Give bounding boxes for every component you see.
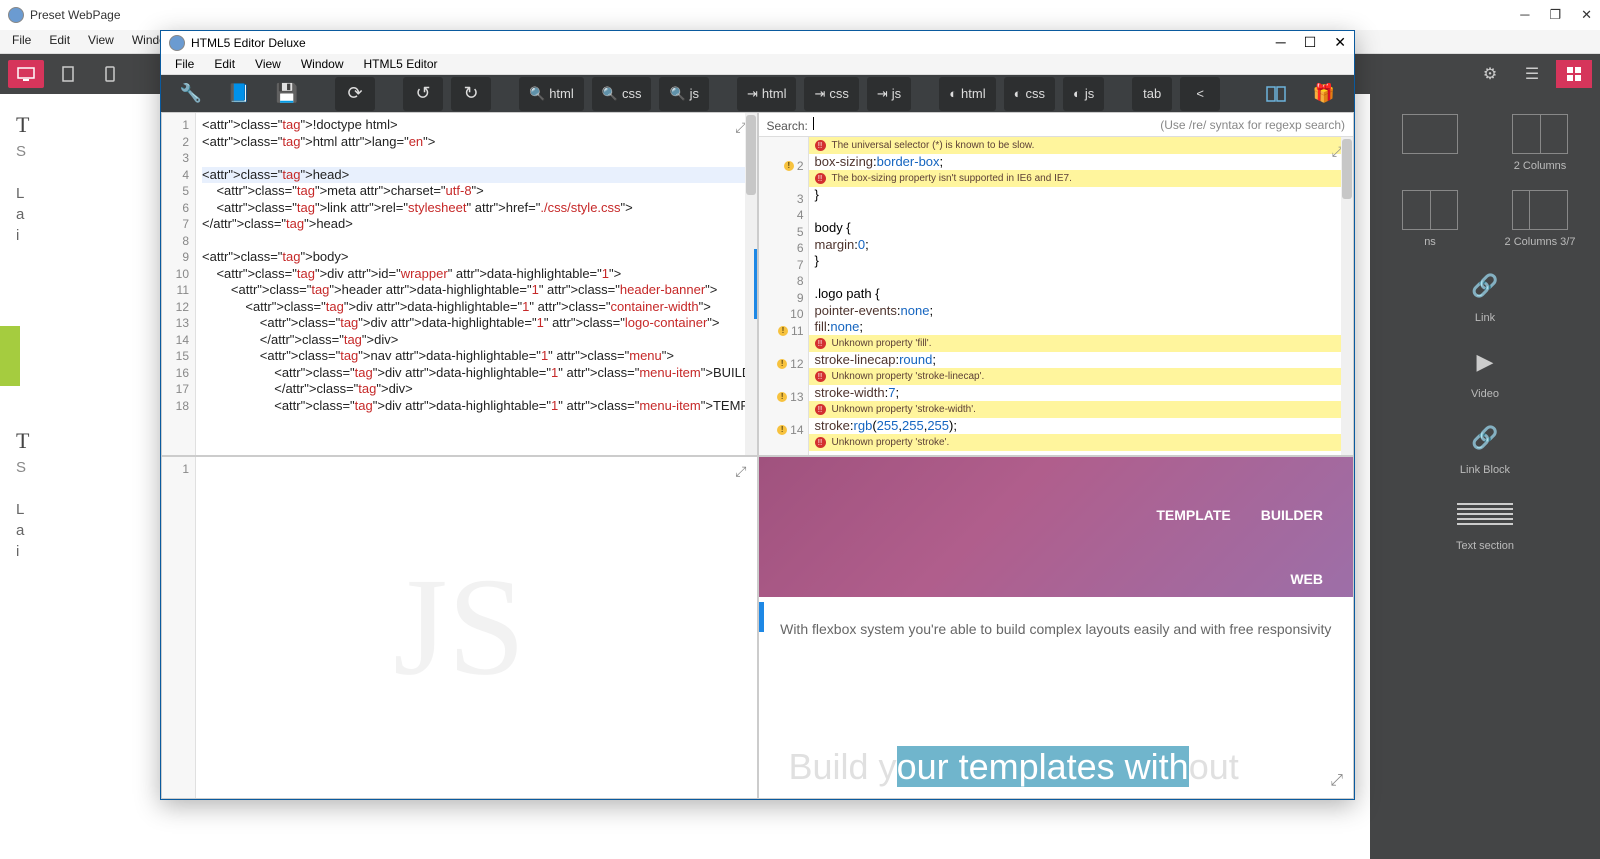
- preview-desc: With flexbox system you're able to build…: [759, 597, 1354, 661]
- nav-web[interactable]: WEB: [1043, 571, 1323, 587]
- device-mobile-button[interactable]: [92, 60, 128, 88]
- device-tablet-button[interactable]: [50, 60, 86, 88]
- search-hint: (Use /re/ syntax for regexp search): [1160, 118, 1345, 132]
- green-accent: [0, 326, 20, 386]
- parent-menu-edit[interactable]: Edit: [41, 30, 78, 53]
- editor-minimize-icon[interactable]: ─: [1276, 34, 1286, 51]
- gift-icon[interactable]: 🎁: [1304, 77, 1344, 111]
- css-editor-pane[interactable]: Search: (Use /re/ syntax for regexp sear…: [758, 112, 1355, 456]
- editor-menubar: File Edit View Window HTML5 Editor: [161, 54, 1354, 75]
- search-js-button[interactable]: 🔍js: [659, 77, 709, 111]
- expand-icon[interactable]: ⤢: [735, 463, 746, 480]
- redo-icon[interactable]: ↻: [451, 77, 491, 111]
- import-html-button[interactable]: ◐html: [939, 77, 995, 111]
- blocks-panel: 2 Columns ns 2 Columns 3/7 🔗Link ▶Video …: [1370, 94, 1600, 859]
- wrench-icon[interactable]: 🔧: [171, 77, 211, 111]
- editor-menu-window[interactable]: Window: [293, 54, 352, 74]
- undo-icon[interactable]: ↺: [403, 77, 443, 111]
- editor-menu-html5[interactable]: HTML5 Editor: [356, 54, 446, 74]
- refresh-icon[interactable]: ⟳: [335, 77, 375, 111]
- editor-menu-edit[interactable]: Edit: [206, 54, 243, 74]
- import-js-button[interactable]: ◐js: [1063, 77, 1104, 111]
- tab-button[interactable]: tab: [1132, 77, 1172, 111]
- preview-hero: TEMPLATE BUILDER WEB: [759, 457, 1354, 597]
- grid-icon[interactable]: [1556, 60, 1592, 88]
- scrollbar[interactable]: [1341, 137, 1353, 455]
- maximize-icon[interactable]: ❐: [1549, 7, 1561, 23]
- link-icon: 🔗: [1457, 266, 1513, 306]
- export-css-button[interactable]: ⇥css: [804, 77, 858, 111]
- parent-menu-file[interactable]: File: [4, 30, 39, 53]
- editor-toolbar: 🔧 📘 💾 ⟳ ↺ ↻ 🔍html 🔍css 🔍js ⇥html ⇥css ⇥j…: [161, 75, 1354, 112]
- export-js-button[interactable]: ⇥js: [867, 77, 911, 111]
- block-video[interactable]: ▶Video: [1380, 342, 1590, 400]
- blue-accent: [759, 602, 764, 632]
- app-icon: [8, 7, 24, 23]
- search-css-button[interactable]: 🔍css: [592, 77, 652, 111]
- gear-icon[interactable]: ⚙: [1472, 60, 1508, 88]
- video-icon: ▶: [1457, 342, 1513, 382]
- block-link[interactable]: 🔗Link: [1380, 266, 1590, 324]
- parent-title-text: Preset WebPage: [30, 8, 121, 22]
- book-icon[interactable]: 📘: [219, 77, 259, 111]
- expand-icon[interactable]: ⤢: [1330, 772, 1343, 790]
- block-1col[interactable]: [1380, 114, 1480, 172]
- device-desktop-button[interactable]: [8, 60, 44, 88]
- export-html-button[interactable]: ⇥html: [737, 77, 796, 111]
- parent-titlebar: Preset WebPage ─ ❐ ✕: [0, 0, 1600, 30]
- editor-menu-file[interactable]: File: [167, 54, 202, 74]
- preview-pane[interactable]: TEMPLATE BUILDER WEB With flexbox system…: [758, 456, 1355, 800]
- block-2col[interactable]: 2 Columns: [1490, 114, 1590, 172]
- editor-close-icon[interactable]: ✕: [1334, 34, 1346, 51]
- save-icon[interactable]: 💾: [267, 77, 307, 111]
- hamburger-icon[interactable]: ☰: [1514, 60, 1550, 88]
- minimize-icon[interactable]: ─: [1520, 7, 1529, 23]
- nav-template[interactable]: TEMPLATE: [1156, 507, 1230, 523]
- nav-builder[interactable]: BUILDER: [1261, 507, 1323, 523]
- close-icon[interactable]: ✕: [1581, 7, 1592, 23]
- editor-app-icon: [169, 35, 185, 51]
- js-editor-pane[interactable]: 1 JS ⤢: [161, 456, 758, 800]
- import-css-button[interactable]: ◐css: [1004, 77, 1055, 111]
- editor-titlebar[interactable]: HTML5 Editor Deluxe ─ ☐ ✕: [161, 31, 1354, 54]
- block-cut[interactable]: ns: [1380, 190, 1480, 248]
- editor-menu-view[interactable]: View: [247, 54, 289, 74]
- editor-title-text: HTML5 Editor Deluxe: [191, 36, 306, 50]
- search-label: Search:: [767, 119, 808, 133]
- block-2col37[interactable]: 2 Columns 3/7: [1490, 190, 1590, 248]
- columns-icon[interactable]: [1256, 77, 1296, 111]
- block-textsection[interactable]: Text section: [1380, 494, 1590, 552]
- search-html-button[interactable]: 🔍html: [519, 77, 584, 111]
- editor-maximize-icon[interactable]: ☐: [1304, 34, 1317, 51]
- editor-window: HTML5 Editor Deluxe ─ ☐ ✕ File Edit View…: [160, 30, 1355, 800]
- linkblock-icon: 🔗: [1457, 418, 1513, 458]
- parent-menu-view[interactable]: View: [80, 30, 122, 53]
- block-linkblock[interactable]: 🔗Link Block: [1380, 418, 1590, 476]
- text-lines-icon: [1457, 494, 1513, 534]
- preview-headline: Build your templates without: [789, 746, 1324, 788]
- back-button[interactable]: <: [1180, 77, 1220, 111]
- html-editor-pane[interactable]: 123456789101112131415161718 <attr">class…: [161, 112, 758, 456]
